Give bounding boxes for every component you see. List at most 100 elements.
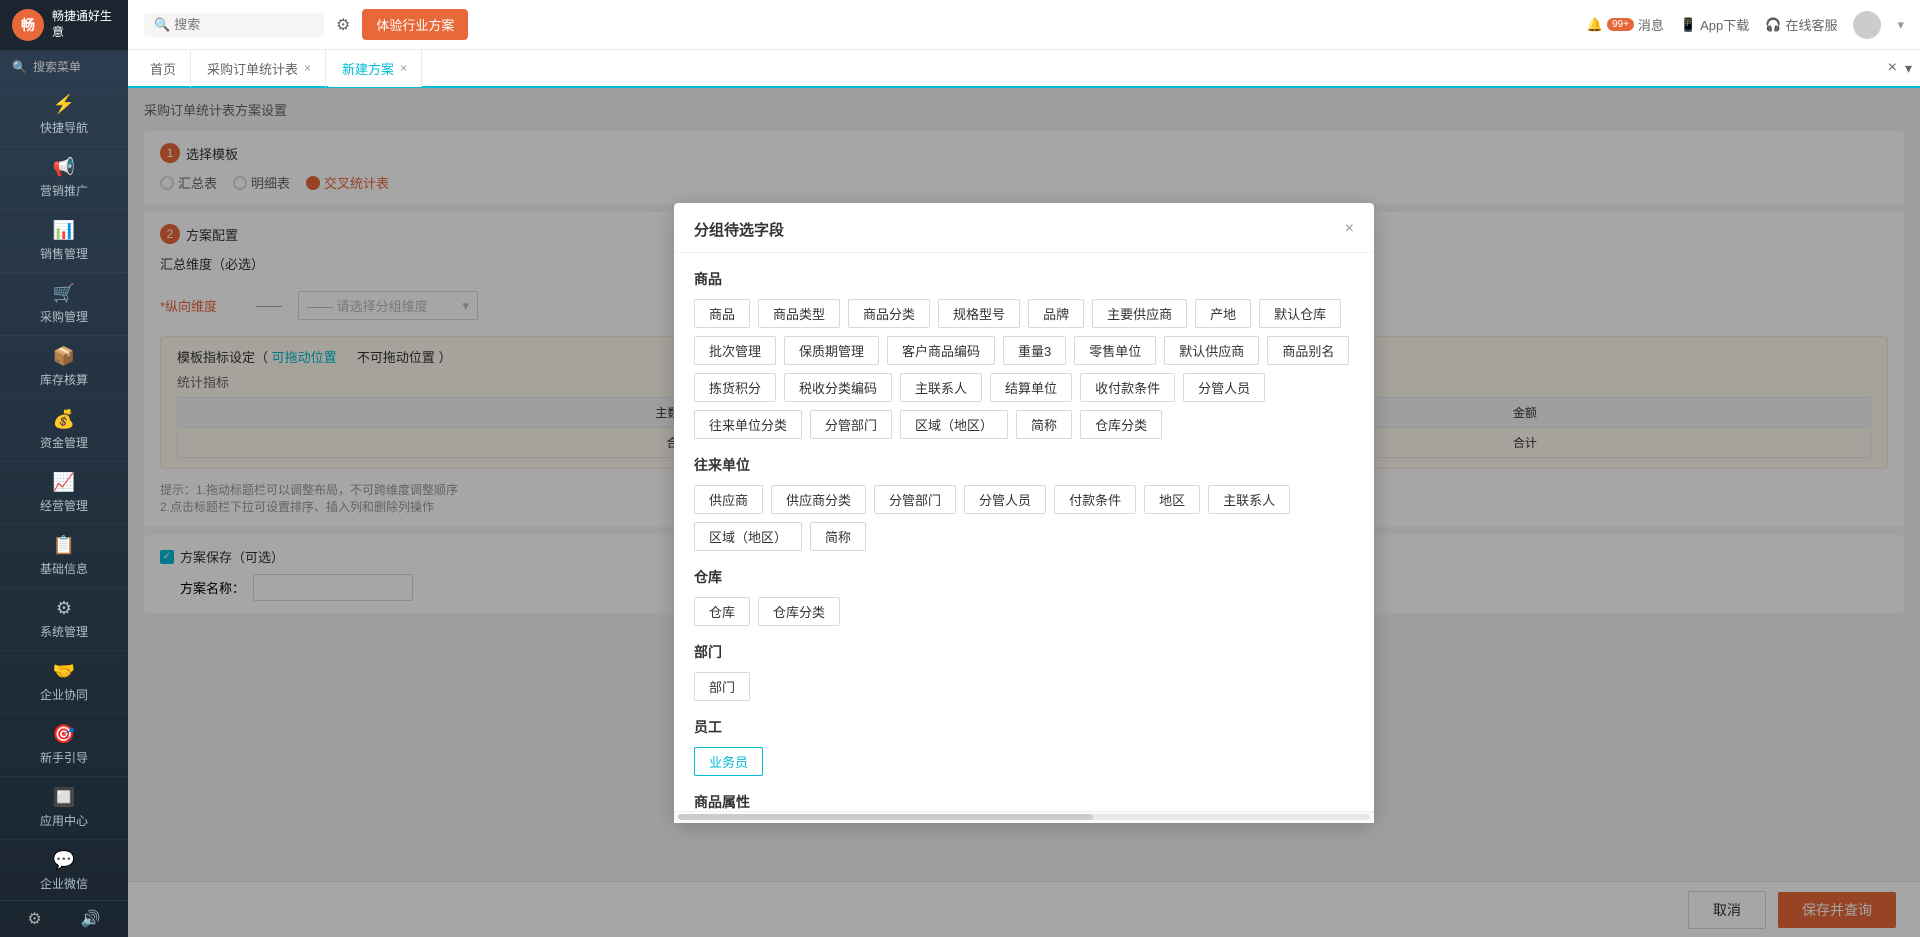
sidebar-item-label: 经营管理	[40, 497, 88, 514]
sidebar-item-label: 库存核算	[40, 371, 88, 388]
download-icon: 📱	[1680, 17, 1696, 33]
field-tag[interactable]: 批次管理	[694, 336, 776, 365]
tab-home[interactable]: 首页	[136, 49, 191, 87]
close-all-icon[interactable]: ×	[1888, 59, 1897, 77]
notification-btn[interactable]: 🔔 99+ 消息	[1587, 15, 1664, 34]
search-icon: 🔍	[12, 60, 27, 74]
sidebar-item-inventory[interactable]: 📦 库存核算	[0, 336, 128, 399]
sidebar-item-quick-nav[interactable]: ⚡ 快捷导航	[0, 84, 128, 147]
warehouse-fields: 仓库 仓库分类	[694, 597, 1354, 626]
tab-purchase-stat[interactable]: 采购订单统计表 ×	[193, 49, 326, 87]
chevron-down-icon[interactable]: ▾	[1897, 17, 1904, 33]
field-tag[interactable]: 简称	[1016, 410, 1072, 439]
service-btn[interactable]: 🎧 在线客服	[1765, 15, 1837, 34]
field-tag[interactable]: 收付款条件	[1080, 373, 1175, 402]
sidebar-item-purchase[interactable]: 🛒 采购管理	[0, 273, 128, 336]
field-tag[interactable]: 商品别名	[1267, 336, 1349, 365]
marketing-icon: 📢	[53, 157, 75, 178]
purchase-icon: 🛒	[53, 283, 75, 304]
field-tag[interactable]: 重量3	[1003, 336, 1066, 365]
sidebar-item-label: 资金管理	[40, 434, 88, 451]
sidebar-item-marketing[interactable]: 📢 营销推广	[0, 147, 128, 210]
tab-purchase-stat-close[interactable]: ×	[304, 61, 311, 75]
field-tag[interactable]: 简称	[810, 522, 866, 551]
field-tag[interactable]: 主联系人	[1208, 485, 1290, 514]
field-tag[interactable]: 付款条件	[1054, 485, 1136, 514]
header: 🔍 ⚙ 体验行业方案 🔔 99+ 消息 📱 App下载 🎧 在线客服 ▾	[128, 0, 1920, 50]
field-tag[interactable]: 供应商分类	[771, 485, 866, 514]
field-tag[interactable]: 区域（地区）	[900, 410, 1008, 439]
finance-icon: 💰	[53, 409, 75, 430]
sidebar-item-finance[interactable]: 💰 资金管理	[0, 399, 128, 462]
sidebar-item-appcenter[interactable]: 🔲 应用中心	[0, 777, 128, 840]
header-right: 🔔 99+ 消息 📱 App下载 🎧 在线客服 ▾	[1587, 11, 1904, 39]
hscroll-thumb[interactable]	[678, 814, 1093, 820]
settings-bottom-icon[interactable]: ⚙	[27, 909, 41, 929]
field-tag[interactable]: 拣货积分	[694, 373, 776, 402]
field-tag[interactable]: 仓库	[694, 597, 750, 626]
sidebar-item-sales[interactable]: 📊 销售管理	[0, 210, 128, 273]
field-tag[interactable]: 分管人员	[964, 485, 1046, 514]
header-search-input[interactable]	[174, 17, 314, 32]
field-tag-employee[interactable]: 业务员	[694, 747, 763, 776]
logo-icon: 畅	[12, 9, 44, 41]
speaker-bottom-icon[interactable]: 🔊	[81, 909, 101, 929]
field-tag[interactable]: 部门	[694, 672, 750, 701]
field-tag[interactable]: 商品分类	[848, 299, 930, 328]
notification-badge: 99+	[1607, 18, 1634, 31]
sidebar-logo: 畅 畅捷通好生意	[0, 0, 128, 50]
sidebar-item-collab[interactable]: 🤝 企业协同	[0, 651, 128, 714]
sidebar-item-corpwx[interactable]: 💬 企业微信	[0, 840, 128, 900]
sidebar-item-operations[interactable]: 📈 经营管理	[0, 462, 128, 525]
field-tag[interactable]: 商品	[694, 299, 750, 328]
tab-new-scheme-close[interactable]: ×	[400, 61, 407, 75]
tab-new-scheme[interactable]: 新建方案 ×	[328, 49, 422, 87]
download-btn[interactable]: 📱 App下载	[1680, 15, 1749, 34]
sidebar-item-basic[interactable]: 📋 基础信息	[0, 525, 128, 588]
field-tag[interactable]: 默认仓库	[1259, 299, 1341, 328]
field-tag[interactable]: 品牌	[1028, 299, 1084, 328]
field-tag[interactable]: 主联系人	[900, 373, 982, 402]
section-title-department: 部门	[694, 642, 1354, 662]
field-tag[interactable]: 零售单位	[1074, 336, 1156, 365]
field-tag[interactable]: 客户商品编码	[887, 336, 995, 365]
field-tag[interactable]: 分管人员	[1183, 373, 1265, 402]
logo-text: 畅捷通好生意	[52, 9, 116, 40]
service-label: 在线客服	[1785, 15, 1837, 34]
trial-button[interactable]: 体验行业方案	[362, 9, 468, 40]
modal-bottom-scrollbar[interactable]	[674, 811, 1374, 823]
modal-overlay: 分组待选字段 × 商品 商品 商品类型 商品分类 规格型号 品牌 主要供应商 产…	[128, 88, 1920, 937]
tabs-menu-icon[interactable]: ▾	[1905, 60, 1912, 77]
partner-fields: 供应商 供应商分类 分管部门 分管人员 付款条件 地区 主联系人 区域（地区） …	[694, 485, 1354, 551]
field-tag[interactable]: 默认供应商	[1164, 336, 1259, 365]
header-search-icon: 🔍	[154, 17, 170, 33]
field-tag[interactable]: 结算单位	[990, 373, 1072, 402]
field-tag[interactable]: 规格型号	[938, 299, 1020, 328]
hscroll-track[interactable]	[678, 814, 1370, 820]
field-tag[interactable]: 地区	[1144, 485, 1200, 514]
field-tag[interactable]: 分管部门	[874, 485, 956, 514]
field-tag[interactable]: 区域（地区）	[694, 522, 802, 551]
avatar[interactable]	[1853, 11, 1881, 39]
field-tag[interactable]: 分管部门	[810, 410, 892, 439]
sidebar-item-newguide[interactable]: 🎯 新手引导	[0, 714, 128, 777]
section-title-warehouse: 仓库	[694, 567, 1354, 587]
gear-icon[interactable]: ⚙	[336, 15, 350, 35]
sidebar-search-menu[interactable]: 🔍 搜索菜单	[0, 50, 128, 84]
sales-icon: 📊	[53, 220, 75, 241]
field-tag[interactable]: 仓库分类	[1080, 410, 1162, 439]
field-tag[interactable]: 产地	[1195, 299, 1251, 328]
modal-close-button[interactable]: ×	[1345, 220, 1354, 238]
field-tag[interactable]: 往来单位分类	[694, 410, 802, 439]
field-tag[interactable]: 供应商	[694, 485, 763, 514]
sidebar-item-label: 营销推广	[40, 182, 88, 199]
sidebar-item-label: 系统管理	[40, 623, 88, 640]
field-tag[interactable]: 保质期管理	[784, 336, 879, 365]
quick-nav-icon: ⚡	[53, 94, 75, 115]
field-tag[interactable]: 商品类型	[758, 299, 840, 328]
field-tag[interactable]: 主要供应商	[1092, 299, 1187, 328]
field-tag[interactable]: 仓库分类	[758, 597, 840, 626]
sidebar-item-system[interactable]: ⚙ 系统管理	[0, 588, 128, 651]
field-tag[interactable]: 税收分类编码	[784, 373, 892, 402]
header-search-wrap[interactable]: 🔍	[144, 13, 324, 37]
